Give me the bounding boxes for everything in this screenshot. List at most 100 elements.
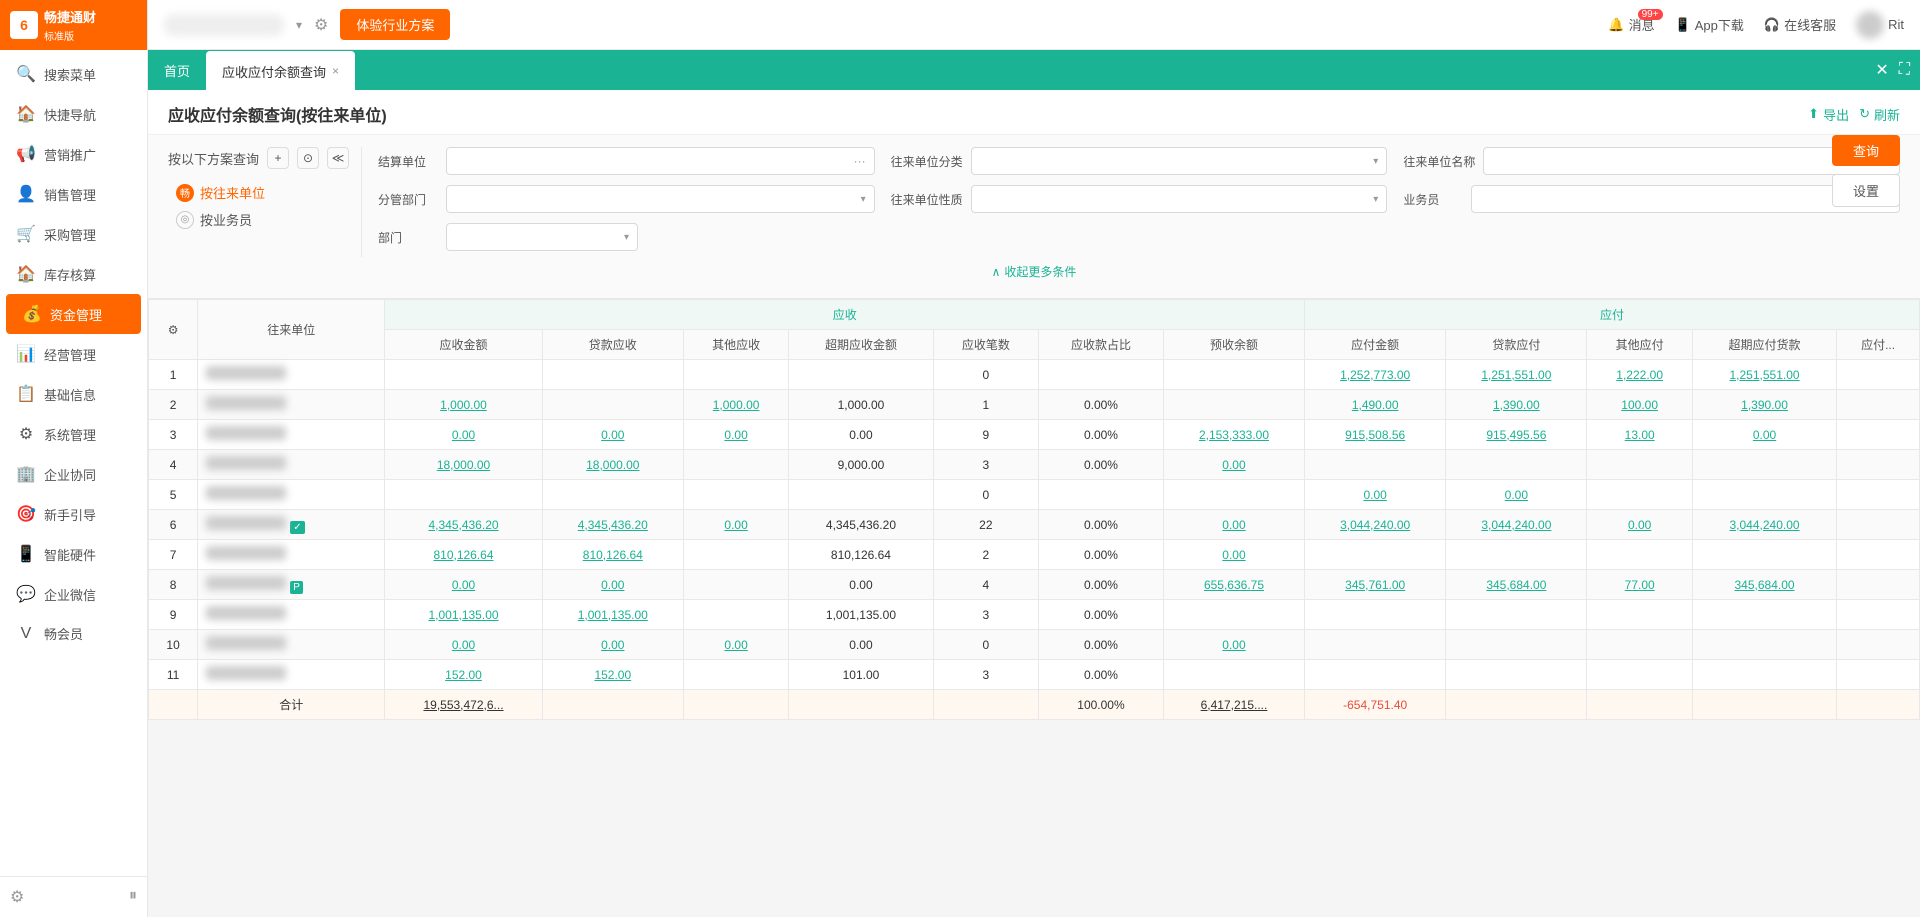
sidebar-nav: 🔍 搜索菜单 🏠 快捷导航 📢 营销推广 👤 销售管理 🛒 采购管理 🏠 xyxy=(0,50,147,876)
filter-toolbar: 按以下方案查询 + ⊙ ≪ xyxy=(168,147,349,169)
table-ar-amount-col: 应收金额 xyxy=(385,330,542,360)
sidebar-item-quicknav[interactable]: 🏠 快捷导航 xyxy=(0,94,147,134)
filter-field-unit-name: 往来单位名称 xyxy=(1403,147,1900,175)
filter-row-3: 部门 ▾ xyxy=(378,223,1900,251)
app-logo: 6 畅捷通财 标准版 xyxy=(0,0,147,50)
table-row: 8P0.000.000.0040.00%655,636.75345,761.00… xyxy=(149,570,1920,600)
table-row: 11152.00152.00101.0030.00% xyxy=(149,660,1920,690)
dept-manage-label: 分管部门 xyxy=(378,191,438,208)
filter-fields: 结算单位 ··· 往来单位分类 xyxy=(378,147,1900,257)
sidebar-footer: ⚙ ⏸ xyxy=(0,876,147,917)
username: Rit xyxy=(1888,17,1904,32)
sidebar-collapse-button[interactable]: ⏸ xyxy=(129,887,137,907)
partner-cell xyxy=(198,450,385,480)
table-ap-other-col: 其他应付 xyxy=(1587,330,1692,360)
settings-icon[interactable]: ⚙ xyxy=(314,15,328,35)
table-row: 30.000.000.000.0090.00%2,153,333.00915,5… xyxy=(149,420,1920,450)
unit-category-label: 往来单位分类 xyxy=(891,153,963,170)
refresh-button[interactable]: ↻ 刷新 xyxy=(1859,105,1900,124)
sidebar-item-wechat[interactable]: 💬 企业微信 xyxy=(0,574,147,614)
partner-cell: ✓ xyxy=(198,510,385,540)
main-content: ▾ ⚙ 体验行业方案 🔔 消息 99+ 📱 App下载 🎧 在线客服 xyxy=(148,0,1920,917)
footer-label: 合计 xyxy=(198,690,385,720)
tab-bar: 首页 应收应付余额查询 × ✕ ⛶ xyxy=(148,50,1920,90)
dept-input[interactable]: ▾ xyxy=(446,223,638,251)
filter-action-buttons: 查询 设置 xyxy=(1832,135,1900,207)
sidebar-item-inventory[interactable]: 🏠 库存核算 xyxy=(0,254,147,294)
home-tab-label: 首页 xyxy=(164,61,190,80)
sidebar-settings-button[interactable]: ⚙ xyxy=(10,887,24,907)
sidebar-item-hardware[interactable]: 📱 智能硬件 xyxy=(0,534,147,574)
user-profile[interactable]: Rit xyxy=(1856,11,1904,39)
filter-field-settlement: 结算单位 ··· xyxy=(378,147,875,175)
filter-target-button[interactable]: ⊙ xyxy=(297,147,319,169)
dept-manage-input[interactable]: ▾ xyxy=(446,185,875,213)
filter-nav-by-unit[interactable]: 畅 按往来单位 xyxy=(168,179,349,206)
sidebar-item-search[interactable]: 🔍 搜索菜单 xyxy=(0,54,147,94)
export-button[interactable]: ⬆ 导出 xyxy=(1808,105,1849,124)
solution-button[interactable]: 体验行业方案 xyxy=(340,9,450,40)
set-button[interactable]: 设置 xyxy=(1832,174,1900,207)
dept-label: 部门 xyxy=(378,229,438,246)
filter-nav-by-staff[interactable]: ◎ 按业务员 xyxy=(168,206,349,233)
filter-more-button[interactable]: ≪ xyxy=(327,147,349,169)
filter-field-unit-nature: 往来单位性质 ▾ xyxy=(891,185,1388,213)
app-download-button[interactable]: 📱 App下载 xyxy=(1675,15,1744,34)
sidebar-item-basic[interactable]: 📋 基础信息 xyxy=(0,374,147,414)
page-title: 应收应付余额查询(按往来单位) xyxy=(168,102,387,126)
footer-ar-amount[interactable]: 19,553,472,6... xyxy=(385,690,542,720)
breadcrumb-dropdown-icon[interactable]: ▾ xyxy=(296,18,302,32)
filter-field-salesperson: 业务员 ··· xyxy=(1403,185,1900,213)
by-staff-icon: ◎ xyxy=(176,211,194,229)
unit-category-arrow-icon: ▾ xyxy=(1373,156,1378,167)
sales-icon: 👤 xyxy=(16,184,36,204)
sidebar-item-marketing[interactable]: 📢 营销推广 xyxy=(0,134,147,174)
by-unit-icon: 畅 xyxy=(176,184,194,202)
unit-category-input[interactable]: ▾ xyxy=(971,147,1388,175)
home-icon: 🏠 xyxy=(16,104,36,124)
table-row: 500.000.00 xyxy=(149,480,1920,510)
filter-row-2: 分管部门 ▾ 往来单位性质 xyxy=(378,185,1900,213)
customer-service-button[interactable]: 🎧 在线客服 xyxy=(1764,15,1836,34)
sidebar-item-corp[interactable]: 🏢 企业协同 xyxy=(0,454,147,494)
add-filter-button[interactable]: + xyxy=(267,147,289,169)
settlement-dots-icon: ··· xyxy=(854,154,866,168)
basic-icon: 📋 xyxy=(16,384,36,404)
download-icon: 📱 xyxy=(1675,17,1691,33)
sidebar-item-finance[interactable]: 💰 资金管理 xyxy=(6,294,141,334)
sidebar-item-vip[interactable]: V 畅会员 xyxy=(0,614,147,653)
tab-home[interactable]: 首页 xyxy=(148,50,206,90)
tab-close-icon[interactable]: × xyxy=(332,64,339,78)
sidebar-item-purchase[interactable]: 🛒 采购管理 xyxy=(0,214,147,254)
table-ar-prepay-col: 预收余额 xyxy=(1163,330,1304,360)
marketing-icon: 📢 xyxy=(16,144,36,164)
sidebar-item-sales[interactable]: 👤 销售管理 xyxy=(0,174,147,214)
footer-ar-prepay[interactable]: 6,417,215.... xyxy=(1163,690,1304,720)
settlement-input[interactable]: ··· xyxy=(446,147,875,175)
sidebar-item-guide[interactable]: 🎯 新手引导 xyxy=(0,494,147,534)
query-button[interactable]: 查询 xyxy=(1832,135,1900,166)
table-partner-col: 往来单位 xyxy=(198,300,385,360)
filter-area: 按以下方案查询 + ⊙ ≪ 畅 按往来单位 xyxy=(148,135,1920,299)
partner-cell xyxy=(198,630,385,660)
table-ar-group: 应收 xyxy=(385,300,1305,330)
filter-field-dept: 部门 ▾ xyxy=(378,223,638,251)
unit-nature-input[interactable]: ▾ xyxy=(971,185,1388,213)
sidebar-item-operation[interactable]: 📊 经营管理 xyxy=(0,334,147,374)
inventory-icon: 🏠 xyxy=(16,264,36,284)
unit-nature-arrow-icon: ▾ xyxy=(1373,194,1378,205)
notification-button[interactable]: 🔔 消息 99+ xyxy=(1608,15,1654,34)
table-settings-col[interactable]: ⚙ xyxy=(149,300,198,360)
partner-cell xyxy=(198,420,385,450)
filter-field-unit-category: 往来单位分类 ▾ xyxy=(891,147,1388,175)
close-window-icon[interactable]: ✕ xyxy=(1875,60,1888,80)
table-ap-group: 应付 xyxy=(1305,300,1920,330)
tab-ar-query[interactable]: 应收应付余额查询 × xyxy=(206,51,355,91)
sidebar-item-system[interactable]: ⚙ 系统管理 xyxy=(0,414,147,454)
collapse-button[interactable]: ∧ 收起更多条件 xyxy=(168,257,1900,286)
table-row: 101,252,773.001,251,551.001,222.001,251,… xyxy=(149,360,1920,390)
wechat-icon: 💬 xyxy=(16,584,36,604)
bell-icon: 🔔 xyxy=(1608,17,1624,33)
expand-window-icon[interactable]: ⛶ xyxy=(1899,61,1910,79)
table-ar-ratio-col: 应收款占比 xyxy=(1039,330,1164,360)
